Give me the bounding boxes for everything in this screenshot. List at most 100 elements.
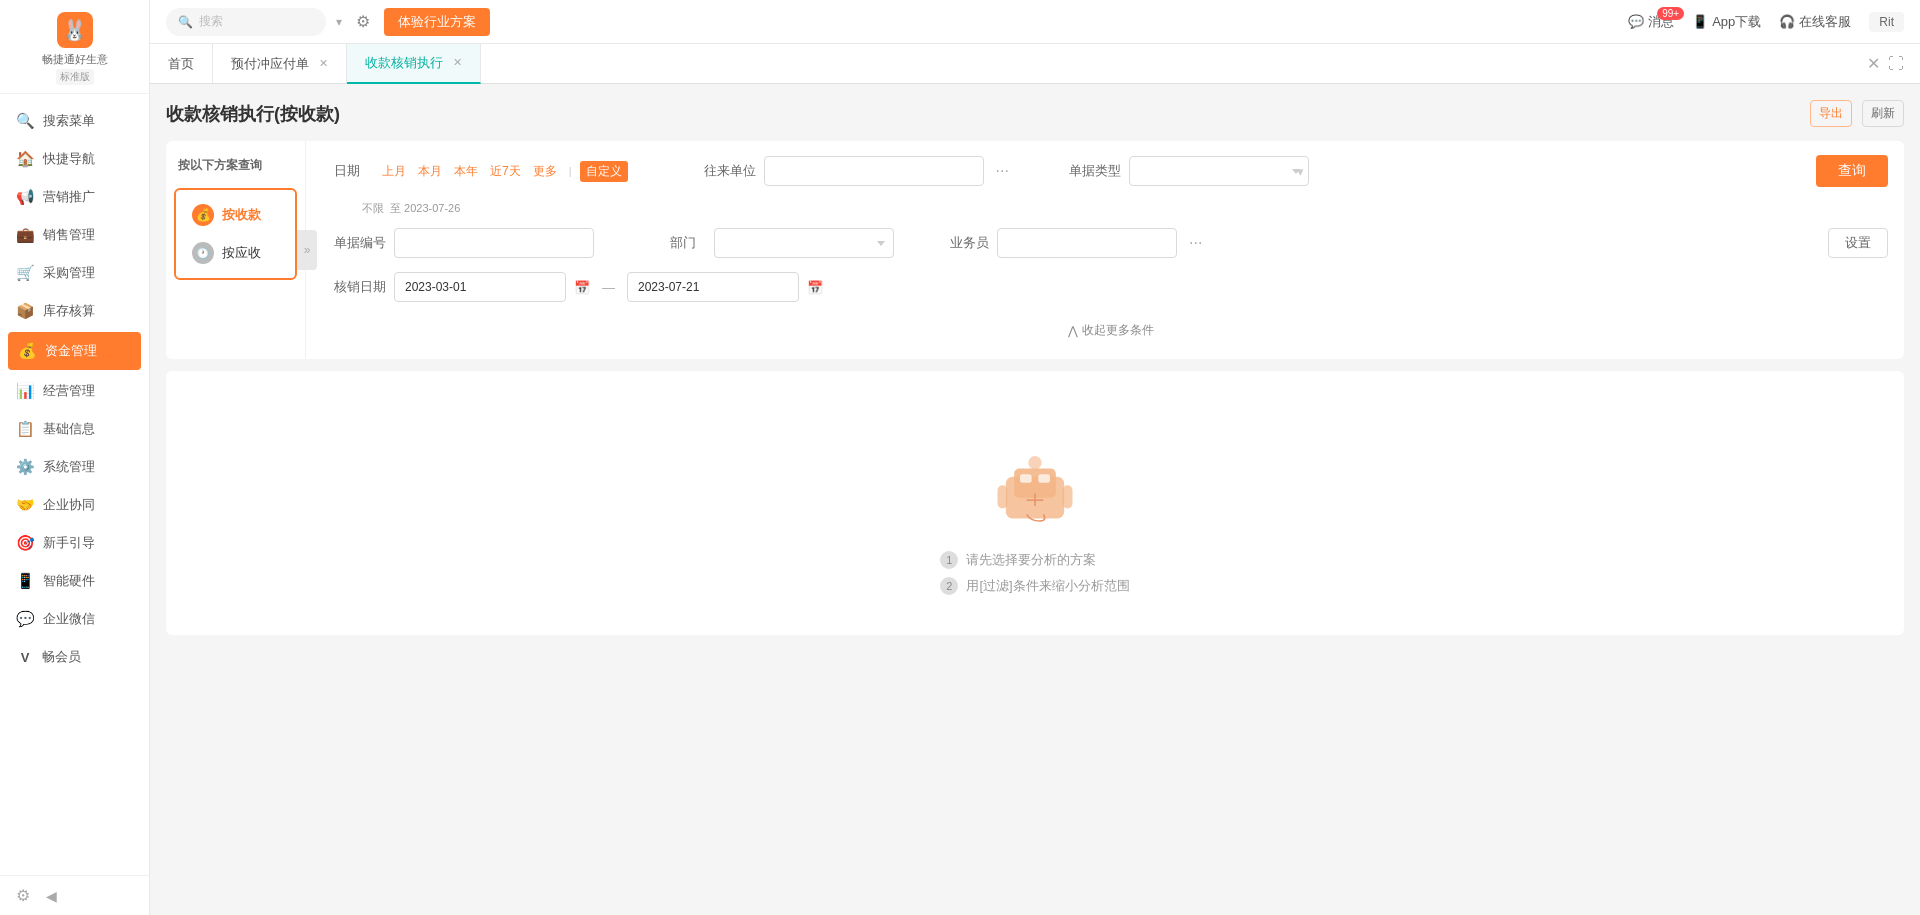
topbar-gear-icon[interactable]: ⚙: [356, 12, 370, 31]
voucher-type-select[interactable]: [1129, 156, 1309, 186]
topbar-app-download[interactable]: 📱 App下载: [1692, 13, 1761, 31]
topbar-message[interactable]: 💬 消息 99+: [1628, 13, 1674, 31]
dept-field: 部门: [670, 228, 894, 258]
verify-date-to-cal-icon[interactable]: 📅: [807, 280, 823, 295]
sidebar-item-system[interactable]: ⚙️ 系统管理: [0, 448, 149, 486]
settings-button[interactable]: 设置: [1828, 228, 1888, 258]
verify-date-from-group: 📅: [394, 272, 590, 302]
refresh-button[interactable]: 刷新: [1862, 100, 1904, 127]
sidebar-item-finance[interactable]: 💰 资金管理: [8, 332, 141, 370]
voucher-type-label: 单据类型: [1069, 162, 1121, 180]
settings-icon[interactable]: ⚙: [16, 886, 30, 905]
tab-collection-close-icon[interactable]: ✕: [453, 56, 462, 69]
date-shortcuts: 上月 本月 本年 近7天 更多 | 自定义: [378, 161, 628, 182]
page-header: 收款核销执行(按收款) 导出 刷新: [166, 100, 1904, 127]
guide-icon: 🎯: [16, 534, 35, 552]
tab-home-label: 首页: [168, 55, 194, 73]
topbar-search-text: 搜索: [199, 13, 223, 30]
empty-state: 1 请先选择要分析的方案 2 用[过滤]条件来缩小分析范围: [166, 371, 1904, 635]
filter-option-by-receivable[interactable]: 🕐 按应收: [176, 234, 295, 272]
search-menu-icon: 🔍: [16, 112, 35, 130]
date-label: 日期: [334, 162, 370, 180]
collapse-more-button[interactable]: ⋀ 收起更多条件: [334, 316, 1888, 345]
app-icon: 📱: [1692, 14, 1708, 29]
date-shortcut-this-year[interactable]: 本年: [450, 161, 482, 182]
collapse-chevron-up-icon: ⋀: [1068, 324, 1078, 338]
date-shortcut-last-month[interactable]: 上月: [378, 161, 410, 182]
tabbar-close-icon[interactable]: ✕: [1867, 54, 1880, 73]
query-button[interactable]: 查询: [1816, 155, 1888, 187]
page-content: 收款核销执行(按收款) 导出 刷新 按以下方案查询 💰 按收款 🕐 按应收: [150, 84, 1920, 915]
topbar-user[interactable]: Rit: [1869, 12, 1904, 32]
voucher-no-input[interactable]: [394, 228, 594, 258]
staff-label: 业务员: [950, 234, 989, 252]
sales-icon: 💼: [16, 226, 35, 244]
sidebar-item-purchase[interactable]: 🛒 采购管理: [0, 254, 149, 292]
industry-solution-button[interactable]: 体验行业方案: [384, 8, 490, 36]
svg-rect-3: [1038, 474, 1050, 482]
filter-sidebar-collapse-icon[interactable]: »: [297, 230, 317, 270]
verify-date-to-input[interactable]: [627, 272, 799, 302]
staff-dots-icon[interactable]: ···: [1185, 234, 1206, 252]
filter-form: 日期 上月 本月 本年 近7天 更多 | 自定义 往来单位: [318, 141, 1904, 359]
sidebar-item-guide[interactable]: 🎯 新手引导: [0, 524, 149, 562]
date-shortcut-custom[interactable]: 自定义: [580, 161, 628, 182]
sidebar-item-quick-nav[interactable]: 🏠 快捷导航: [0, 140, 149, 178]
topbar-service[interactable]: 🎧 在线客服: [1779, 13, 1851, 31]
date-shortcut-this-month[interactable]: 本月: [414, 161, 446, 182]
dept-select[interactable]: [714, 228, 894, 258]
sidebar-item-hardware[interactable]: 📱 智能硬件: [0, 562, 149, 600]
sidebar-item-label: 营销推广: [43, 188, 95, 206]
verify-date-from-input[interactable]: [394, 272, 566, 302]
tab-prepay[interactable]: 预付冲应付单 ✕: [213, 44, 347, 84]
sidebar-item-member[interactable]: V 畅会员: [0, 638, 149, 676]
counterpart-field: 往来单位 ···: [704, 156, 1013, 186]
sidebar-item-label: 快捷导航: [43, 150, 95, 168]
tabbar-expand-icon[interactable]: ⛶: [1888, 55, 1904, 73]
basic-info-icon: 📋: [16, 420, 35, 438]
voucher-no-field: 单据编号: [334, 228, 594, 258]
sidebar-item-marketing[interactable]: 📢 营销推广: [0, 178, 149, 216]
tab-collection[interactable]: 收款核销执行 ✕: [347, 44, 481, 84]
tab-prepay-close-icon[interactable]: ✕: [319, 57, 328, 70]
voucher-no-label: 单据编号: [334, 234, 386, 252]
logo-icon: 🐰: [57, 12, 93, 48]
topbar-search-icon: 🔍: [178, 15, 193, 29]
svg-rect-7: [1063, 485, 1073, 508]
sidebar-item-search-menu[interactable]: 🔍 搜索菜单: [0, 102, 149, 140]
date-shortcut-more[interactable]: 更多: [529, 161, 561, 182]
sidebar-item-basic-info[interactable]: 📋 基础信息: [0, 410, 149, 448]
filter-option-by-collection[interactable]: 💰 按收款: [176, 196, 295, 234]
app-label: App下载: [1712, 13, 1761, 31]
filter-option-collection-label: 按收款: [222, 206, 261, 224]
counterpart-dots-icon[interactable]: ···: [992, 162, 1013, 180]
verify-date-label: 核销日期: [334, 278, 386, 296]
filter-row-3: 核销日期 📅 — 📅: [334, 272, 1888, 302]
sidebar-item-label: 销售管理: [43, 226, 95, 244]
sidebar-item-operation[interactable]: 📊 经营管理: [0, 372, 149, 410]
counterpart-label: 往来单位: [704, 162, 756, 180]
topbar: 🔍 搜索 ▾ ⚙ 体验行业方案 💬 消息 99+ 📱 App下载 🎧 在线客服 …: [150, 0, 1920, 44]
tip-text-2: 用[过滤]条件来缩小分析范围: [966, 577, 1129, 595]
date-shortcut-7days[interactable]: 近7天: [486, 161, 525, 182]
sidebar-item-enterprise[interactable]: 🤝 企业协同: [0, 486, 149, 524]
sidebar-item-inventory[interactable]: 📦 库存核算: [0, 292, 149, 330]
export-button[interactable]: 导出: [1810, 100, 1852, 127]
svg-rect-1: [1014, 469, 1056, 498]
verify-date-from-cal-icon[interactable]: 📅: [574, 280, 590, 295]
sidebar-footer: ⚙ ◀: [0, 875, 149, 915]
home-icon: 🏠: [16, 150, 35, 168]
tip-text-1: 请先选择要分析的方案: [966, 551, 1096, 569]
date-field: 日期 上月 本月 本年 近7天 更多 | 自定义: [334, 161, 628, 182]
topbar-chevron-icon: ▾: [336, 15, 342, 29]
collapse-sidebar-icon[interactable]: ◀: [46, 888, 57, 904]
empty-illustration: [985, 431, 1085, 531]
sidebar-item-wechat[interactable]: 💬 企业微信: [0, 600, 149, 638]
tab-home[interactable]: 首页: [150, 44, 213, 84]
counterpart-input[interactable]: [764, 156, 984, 186]
sidebar-item-sales[interactable]: 💼 销售管理: [0, 216, 149, 254]
topbar-search-box: 🔍 搜索: [166, 8, 326, 36]
sidebar-item-label: 经营管理: [43, 382, 95, 400]
date-to-text: 至 2023-07-26: [390, 201, 460, 216]
staff-input[interactable]: [997, 228, 1177, 258]
